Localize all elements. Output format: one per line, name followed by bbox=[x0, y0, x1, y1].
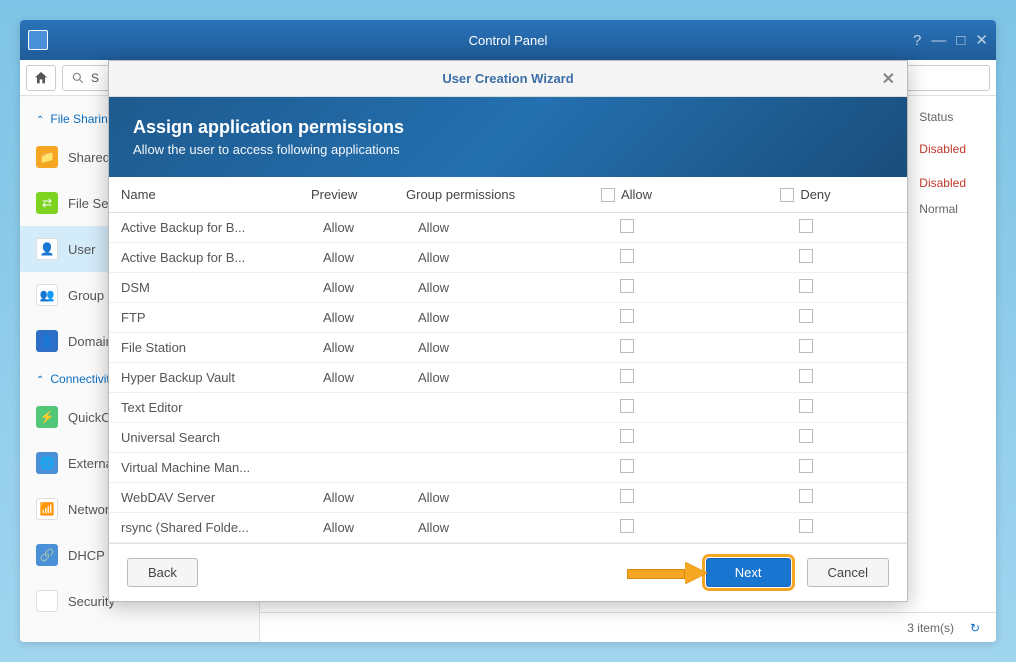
table-row[interactable]: Text Editor bbox=[109, 393, 907, 423]
table-row[interactable]: WebDAV ServerAllowAllow bbox=[109, 483, 907, 513]
app-name: Hyper Backup Vault bbox=[109, 363, 299, 393]
allow-checkbox[interactable] bbox=[620, 309, 634, 323]
user-creation-wizard: User Creation Wizard ✕ Assign applicatio… bbox=[108, 60, 908, 602]
app-name: Virtual Machine Man... bbox=[109, 453, 299, 483]
app-name: Text Editor bbox=[109, 393, 299, 423]
deny-checkbox[interactable] bbox=[799, 459, 813, 473]
modal-overlay: User Creation Wizard ✕ Assign applicatio… bbox=[0, 0, 1016, 662]
app-name: rsync (Shared Folde... bbox=[109, 513, 299, 543]
col-allow: Allow bbox=[621, 187, 652, 202]
deny-all-checkbox[interactable] bbox=[780, 188, 794, 202]
allow-checkbox[interactable] bbox=[620, 249, 634, 263]
cancel-button[interactable]: Cancel bbox=[807, 558, 889, 587]
deny-checkbox[interactable] bbox=[799, 279, 813, 293]
deny-checkbox[interactable] bbox=[799, 339, 813, 353]
preview-value bbox=[299, 423, 394, 453]
table-row[interactable]: File StationAllowAllow bbox=[109, 333, 907, 363]
allow-checkbox[interactable] bbox=[620, 399, 634, 413]
deny-checkbox[interactable] bbox=[799, 429, 813, 443]
next-button[interactable]: Next bbox=[706, 558, 791, 587]
allow-checkbox[interactable] bbox=[620, 459, 634, 473]
modal-footer: Back Next Cancel bbox=[109, 543, 907, 601]
group-perm-value: Allow bbox=[394, 273, 549, 303]
deny-checkbox[interactable] bbox=[799, 309, 813, 323]
app-name: File Station bbox=[109, 333, 299, 363]
preview-value: Allow bbox=[299, 273, 394, 303]
allow-checkbox[interactable] bbox=[620, 369, 634, 383]
app-name: WebDAV Server bbox=[109, 483, 299, 513]
deny-checkbox[interactable] bbox=[799, 219, 813, 233]
modal-title: User Creation Wizard bbox=[442, 71, 573, 86]
preview-value bbox=[299, 453, 394, 483]
table-row[interactable]: Virtual Machine Man... bbox=[109, 453, 907, 483]
preview-value: Allow bbox=[299, 363, 394, 393]
group-perm-value bbox=[394, 393, 549, 423]
group-perm-value bbox=[394, 423, 549, 453]
group-perm-value: Allow bbox=[394, 303, 549, 333]
allow-checkbox[interactable] bbox=[620, 339, 634, 353]
table-row[interactable]: Universal Search bbox=[109, 423, 907, 453]
col-name: Name bbox=[109, 177, 299, 213]
modal-header: Assign application permissions Allow the… bbox=[109, 97, 907, 177]
table-row[interactable]: DSMAllowAllow bbox=[109, 273, 907, 303]
col-deny: Deny bbox=[800, 187, 830, 202]
close-icon[interactable]: ✕ bbox=[882, 69, 895, 89]
preview-value: Allow bbox=[299, 333, 394, 363]
app-name: DSM bbox=[109, 273, 299, 303]
table-row[interactable]: rsync (Shared Folde...AllowAllow bbox=[109, 513, 907, 543]
app-name: Active Backup for B... bbox=[109, 243, 299, 273]
group-perm-value: Allow bbox=[394, 513, 549, 543]
allow-all-checkbox[interactable] bbox=[601, 188, 615, 202]
deny-checkbox[interactable] bbox=[799, 399, 813, 413]
modal-titlebar: User Creation Wizard ✕ bbox=[109, 61, 907, 97]
col-group: Group permissions bbox=[394, 177, 549, 213]
table-row[interactable]: FTPAllowAllow bbox=[109, 303, 907, 333]
preview-value: Allow bbox=[299, 483, 394, 513]
group-perm-value: Allow bbox=[394, 213, 549, 243]
modal-subheading: Allow the user to access following appli… bbox=[133, 142, 883, 157]
deny-checkbox[interactable] bbox=[799, 489, 813, 503]
allow-checkbox[interactable] bbox=[620, 279, 634, 293]
table-row[interactable]: Active Backup for B...AllowAllow bbox=[109, 213, 907, 243]
allow-checkbox[interactable] bbox=[620, 519, 634, 533]
group-perm-value bbox=[394, 453, 549, 483]
deny-checkbox[interactable] bbox=[799, 369, 813, 383]
deny-checkbox[interactable] bbox=[799, 519, 813, 533]
preview-value bbox=[299, 393, 394, 423]
app-name: FTP bbox=[109, 303, 299, 333]
tutorial-arrow-icon bbox=[627, 564, 707, 582]
col-preview: Preview bbox=[299, 177, 394, 213]
preview-value: Allow bbox=[299, 513, 394, 543]
allow-checkbox[interactable] bbox=[620, 219, 634, 233]
app-name: Active Backup for B... bbox=[109, 213, 299, 243]
group-perm-value: Allow bbox=[394, 483, 549, 513]
back-button[interactable]: Back bbox=[127, 558, 198, 587]
permissions-table: Name Preview Group permissions Allow Den… bbox=[109, 177, 907, 543]
table-row[interactable]: Active Backup for B...AllowAllow bbox=[109, 243, 907, 273]
deny-checkbox[interactable] bbox=[799, 249, 813, 263]
modal-heading: Assign application permissions bbox=[133, 117, 883, 138]
table-row[interactable]: Hyper Backup VaultAllowAllow bbox=[109, 363, 907, 393]
allow-checkbox[interactable] bbox=[620, 429, 634, 443]
modal-body: Name Preview Group permissions Allow Den… bbox=[109, 177, 907, 543]
preview-value: Allow bbox=[299, 303, 394, 333]
group-perm-value: Allow bbox=[394, 243, 549, 273]
preview-value: Allow bbox=[299, 213, 394, 243]
allow-checkbox[interactable] bbox=[620, 489, 634, 503]
preview-value: Allow bbox=[299, 243, 394, 273]
group-perm-value: Allow bbox=[394, 333, 549, 363]
app-name: Universal Search bbox=[109, 423, 299, 453]
group-perm-value: Allow bbox=[394, 363, 549, 393]
